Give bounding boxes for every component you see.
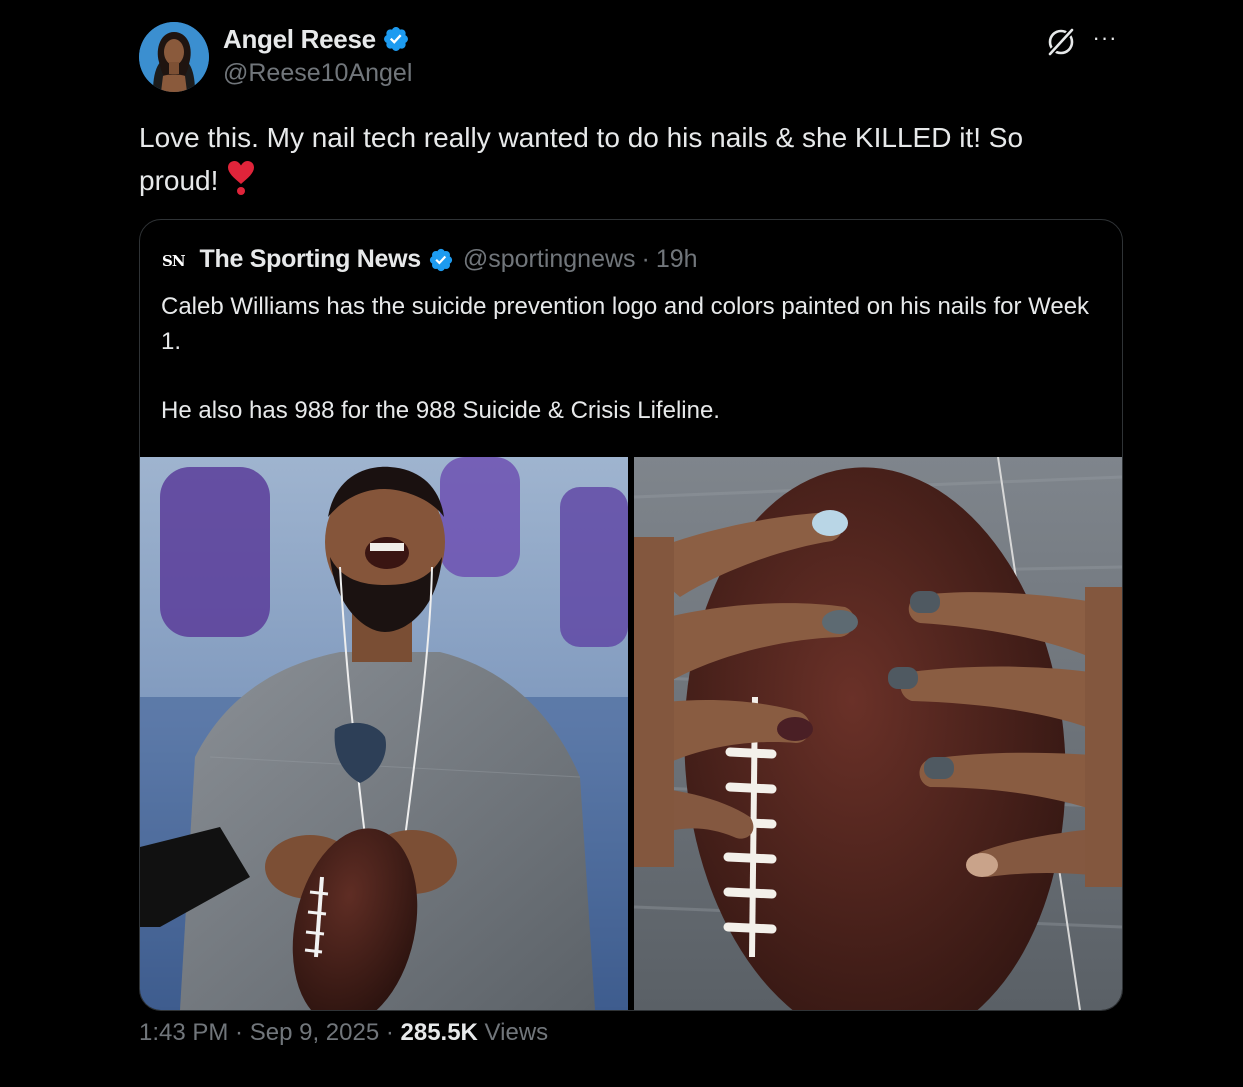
more-icon[interactable]: ··· xyxy=(1089,24,1121,56)
tweet-body: Love this. My nail tech really wanted to… xyxy=(139,122,1024,196)
heart-exclamation-emoji-icon xyxy=(228,161,255,195)
views-label: Views xyxy=(477,1019,549,1046)
tweet-meta: 1:43 PM · Sep 9, 2025 · 285.5K Views xyxy=(139,1019,548,1047)
verified-badge-icon xyxy=(429,248,452,271)
quoted-display-name[interactable]: The Sporting News xyxy=(200,245,422,274)
quoted-paragraph: He also has 988 for the 988 Suicide & Cr… xyxy=(161,397,720,424)
tweet-date[interactable]: Sep 9, 2025 xyxy=(250,1019,379,1046)
tweet-time[interactable]: 1:43 PM xyxy=(139,1019,228,1046)
quoted-tweet-header: SN The Sporting News @sportingnews · 19h xyxy=(162,245,698,274)
separator-dot: · xyxy=(228,1019,250,1046)
author-handle[interactable]: @Reese10Angel xyxy=(223,59,412,88)
tweet: Angel Reese @Reese10Angel ··· Love this.… xyxy=(139,20,1123,1011)
quoted-timestamp[interactable]: 19h xyxy=(656,245,698,274)
quoted-tweet-text: Caleb Williams has the suicide preventio… xyxy=(161,289,1101,428)
sporting-news-logo: SN xyxy=(162,251,186,270)
author-display-name[interactable]: Angel Reese xyxy=(223,24,376,55)
quoted-media[interactable] xyxy=(140,457,1122,1010)
separator-dot: · xyxy=(641,245,650,273)
quoted-paragraph: Caleb Williams has the suicide preventio… xyxy=(161,293,1090,355)
photo-painted-nails-on-football[interactable] xyxy=(633,457,1122,1010)
quoted-tweet[interactable]: SN The Sporting News @sportingnews · 19h… xyxy=(139,219,1123,1011)
photo-player-holding-football[interactable] xyxy=(140,457,628,1010)
separator-dot: · xyxy=(379,1019,401,1046)
tweet-header: Angel Reese @Reese10Angel ··· xyxy=(139,20,1123,92)
avatar[interactable] xyxy=(139,22,209,92)
verified-badge-icon xyxy=(383,27,408,51)
views-count[interactable]: 285.5K xyxy=(401,1019,478,1046)
grok-icon[interactable] xyxy=(1043,24,1079,60)
tweet-text: Love this. My nail tech really wanted to… xyxy=(139,116,1099,202)
author-names: Angel Reese @Reese10Angel xyxy=(223,22,412,88)
quoted-handle[interactable]: @sportingnews xyxy=(463,245,636,274)
